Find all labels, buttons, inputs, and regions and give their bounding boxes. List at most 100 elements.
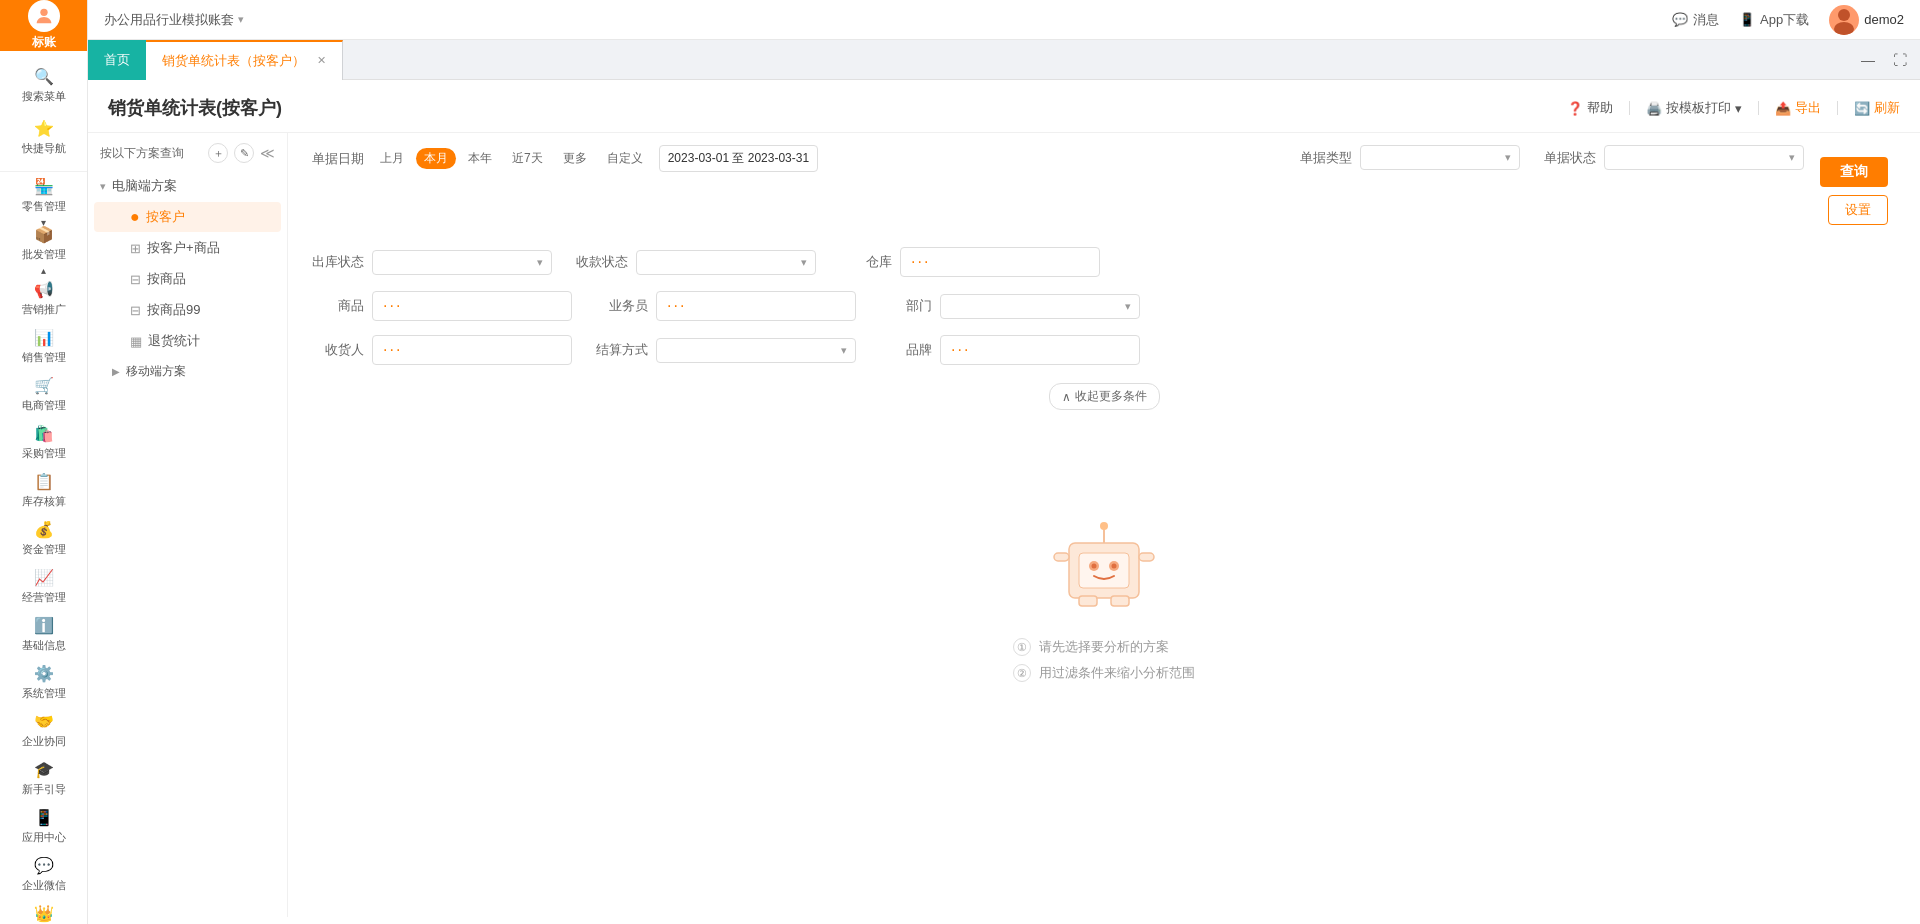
sidebar-item-new-guide[interactable]: 🎓 新手引导 — [4, 754, 84, 802]
template-print-button[interactable]: 🖨️ 按模板打印 ▾ — [1646, 99, 1742, 117]
scheme-group-mobile-header[interactable]: ▶ 移动端方案 — [88, 357, 287, 386]
help-button[interactable]: ❓ 帮助 — [1567, 99, 1613, 117]
scheme-item-by-goods-99[interactable]: ⊟ 按商品99 — [94, 295, 281, 325]
scheme-item-by-customer-goods[interactable]: ⊞ 按客户+商品 — [94, 233, 281, 263]
sidebar-item-system[interactable]: ⚙️ 系统管理 — [4, 658, 84, 706]
message-icon: 💬 — [1672, 12, 1688, 27]
sidebar-item-operations[interactable]: 📈 经营管理 — [4, 562, 84, 610]
receipt-status-filter: 收款状态 ▾ — [568, 250, 816, 275]
settings-button[interactable]: 设置 — [1828, 195, 1888, 225]
sidebar-item-sales[interactable]: 📊 销售管理 — [4, 322, 84, 370]
out-status-select[interactable]: ▾ — [372, 250, 552, 275]
page-title: 销货单统计表(按客户) — [108, 96, 282, 120]
topbar-title-text: 办公用品行业模拟账套 — [104, 11, 234, 29]
page-content: 销货单统计表(按客户) ❓ 帮助 🖨️ 按模板打印 ▾ 📤 导出 — [88, 80, 1920, 924]
brand-filter: 品牌 ··· — [872, 335, 1140, 365]
date-shortcut-last-7-days[interactable]: 近7天 — [504, 148, 551, 169]
date-shortcut-this-month[interactable]: 本月 — [416, 148, 456, 169]
svg-rect-13 — [1079, 596, 1097, 606]
svg-point-8 — [1112, 564, 1117, 569]
sidebar-item-ecommerce[interactable]: 🛒 电商管理 — [4, 370, 84, 418]
salesperson-filter: 业务员 ··· — [588, 291, 856, 321]
user-avatar-button[interactable]: demo2 — [1829, 5, 1904, 35]
message-button[interactable]: 💬 消息 — [1672, 11, 1719, 29]
sidebar-item-search-menu[interactable]: 🔍 搜索菜单 — [4, 61, 84, 109]
svg-point-1 — [1838, 9, 1850, 21]
collapse-row: ∧ 收起更多条件 — [288, 375, 1920, 418]
date-shortcut-last-month[interactable]: 上月 — [372, 148, 412, 169]
date-shortcut-this-year[interactable]: 本年 — [460, 148, 500, 169]
tab-minimize-button[interactable]: — — [1856, 48, 1880, 72]
marketing-icon: 📢 — [34, 280, 54, 299]
collapse-filters-button[interactable]: ∧ 收起更多条件 — [1049, 383, 1160, 410]
sidebar-item-finance[interactable]: 💰 资金管理 — [4, 514, 84, 562]
date-label: 单据日期 — [304, 150, 364, 168]
warehouse-select[interactable]: ··· — [900, 247, 1100, 277]
goods-icon: ⊟ — [130, 272, 141, 287]
department-select[interactable]: ▾ — [940, 294, 1140, 319]
salesperson-ellipsis-icon: ··· — [667, 297, 686, 315]
scheme-item-by-customer[interactable]: ● 按客户 — [94, 202, 281, 232]
date-range-picker[interactable]: 2023-03-01 至 2023-03-31 — [659, 145, 818, 172]
scheme-panel: 按以下方案查询 ＋ ✎ ≪ ▾ 电脑端方案 ● 按客户 — [88, 133, 288, 917]
bill-type-select[interactable]: ▾ — [1360, 145, 1520, 170]
export-button[interactable]: 📤 导出 — [1775, 99, 1821, 117]
logo-text: 标账 — [32, 34, 56, 51]
sidebar-item-basic-info[interactable]: ℹ️ 基础信息 — [4, 610, 84, 658]
refresh-icon: 🔄 — [1854, 101, 1870, 116]
empty-tip-2: ② 用过滤条件来缩小分析范围 — [1013, 664, 1195, 682]
sidebar-item-quick-nav[interactable]: ⭐ 快捷导航 — [4, 113, 84, 161]
tab-maximize-button[interactable]: ⛶ — [1888, 48, 1912, 72]
app-download-button[interactable]: 📱 App下载 — [1739, 11, 1809, 29]
bill-status-select[interactable]: ▾ — [1604, 145, 1804, 170]
warehouse-filter: 仓库 ··· — [832, 247, 1100, 277]
sidebar-logo[interactable]: 标账 — [0, 0, 88, 51]
edit-scheme-button[interactable]: ✎ — [234, 143, 254, 163]
consignee-select[interactable]: ··· — [372, 335, 572, 365]
username-label: demo2 — [1864, 12, 1904, 27]
date-range-value: 2023-03-01 至 2023-03-31 — [668, 150, 809, 167]
goods99-icon: ⊟ — [130, 303, 141, 318]
goods-label: 商品 — [304, 297, 364, 315]
settlement-select[interactable]: ▾ — [656, 338, 856, 363]
page-header: 销货单统计表(按客户) ❓ 帮助 🖨️ 按模板打印 ▾ 📤 导出 — [88, 80, 1920, 133]
retail-icon: 🏪 — [34, 177, 54, 196]
sidebar-item-app-center[interactable]: 📱 应用中心 — [4, 802, 84, 850]
sidebar-item-enterprise-wechat[interactable]: 💬 企业微信 — [4, 850, 84, 898]
date-shortcut-custom[interactable]: 自定义 — [599, 148, 651, 169]
sidebar-item-member[interactable]: 👑 畅会员 — [4, 898, 84, 924]
tab-home[interactable]: 首页 — [88, 40, 146, 80]
date-shortcut-more[interactable]: 更多 — [555, 148, 595, 169]
scheme-item-return-stat[interactable]: ▦ 退货统计 — [94, 326, 281, 356]
sidebar-item-retail[interactable]: 🏪 零售管理 ▾ — [4, 178, 84, 226]
tab-close-icon[interactable]: ✕ — [317, 54, 326, 67]
chevron-right-icon: ▶ — [112, 366, 120, 377]
collab-icon: 🤝 — [34, 712, 54, 731]
query-button[interactable]: 查询 — [1820, 157, 1888, 187]
svg-rect-11 — [1054, 553, 1069, 561]
goods-select[interactable]: ··· — [372, 291, 572, 321]
brand-select[interactable]: ··· — [940, 335, 1140, 365]
sidebar-item-marketing[interactable]: 📢 营销推广 — [4, 274, 84, 322]
info-icon: ℹ️ — [34, 616, 54, 635]
topbar-title[interactable]: 办公用品行业模拟账套 ▾ — [104, 11, 244, 29]
query-buttons-panel: 查询 设置 — [1804, 145, 1904, 237]
tab-sales-stat[interactable]: 销货单统计表（按客户） ✕ — [146, 40, 343, 80]
app-icon: 📱 — [34, 808, 54, 827]
date-shortcuts: 上月 本月 本年 近7天 更多 自定义 — [372, 148, 651, 169]
add-scheme-button[interactable]: ＋ — [208, 143, 228, 163]
sidebar-item-enterprise-collab[interactable]: 🤝 企业协同 — [4, 706, 84, 754]
salesperson-select[interactable]: ··· — [656, 291, 856, 321]
sidebar-item-purchase[interactable]: 🛍️ 采购管理 — [4, 418, 84, 466]
collapse-scheme-panel-button[interactable]: ≪ — [260, 145, 275, 161]
scheme-group-desktop-header[interactable]: ▾ 电脑端方案 — [88, 171, 287, 201]
inner-layout: 按以下方案查询 ＋ ✎ ≪ ▾ 电脑端方案 ● 按客户 — [88, 133, 1920, 917]
svg-point-10 — [1100, 522, 1108, 530]
svg-rect-14 — [1111, 596, 1129, 606]
sidebar-item-inventory[interactable]: 📋 库存核算 — [4, 466, 84, 514]
sidebar-item-wholesale[interactable]: 📦 批发管理 ▴ — [4, 226, 84, 274]
filter-query-section: 单据日期 上月 本月 本年 近7天 更多 自定义 2023-03-01 至 20… — [288, 133, 1920, 917]
scheme-item-by-goods[interactable]: ⊟ 按商品 — [94, 264, 281, 294]
receipt-status-select[interactable]: ▾ — [636, 250, 816, 275]
refresh-button[interactable]: 🔄 刷新 — [1854, 99, 1900, 117]
